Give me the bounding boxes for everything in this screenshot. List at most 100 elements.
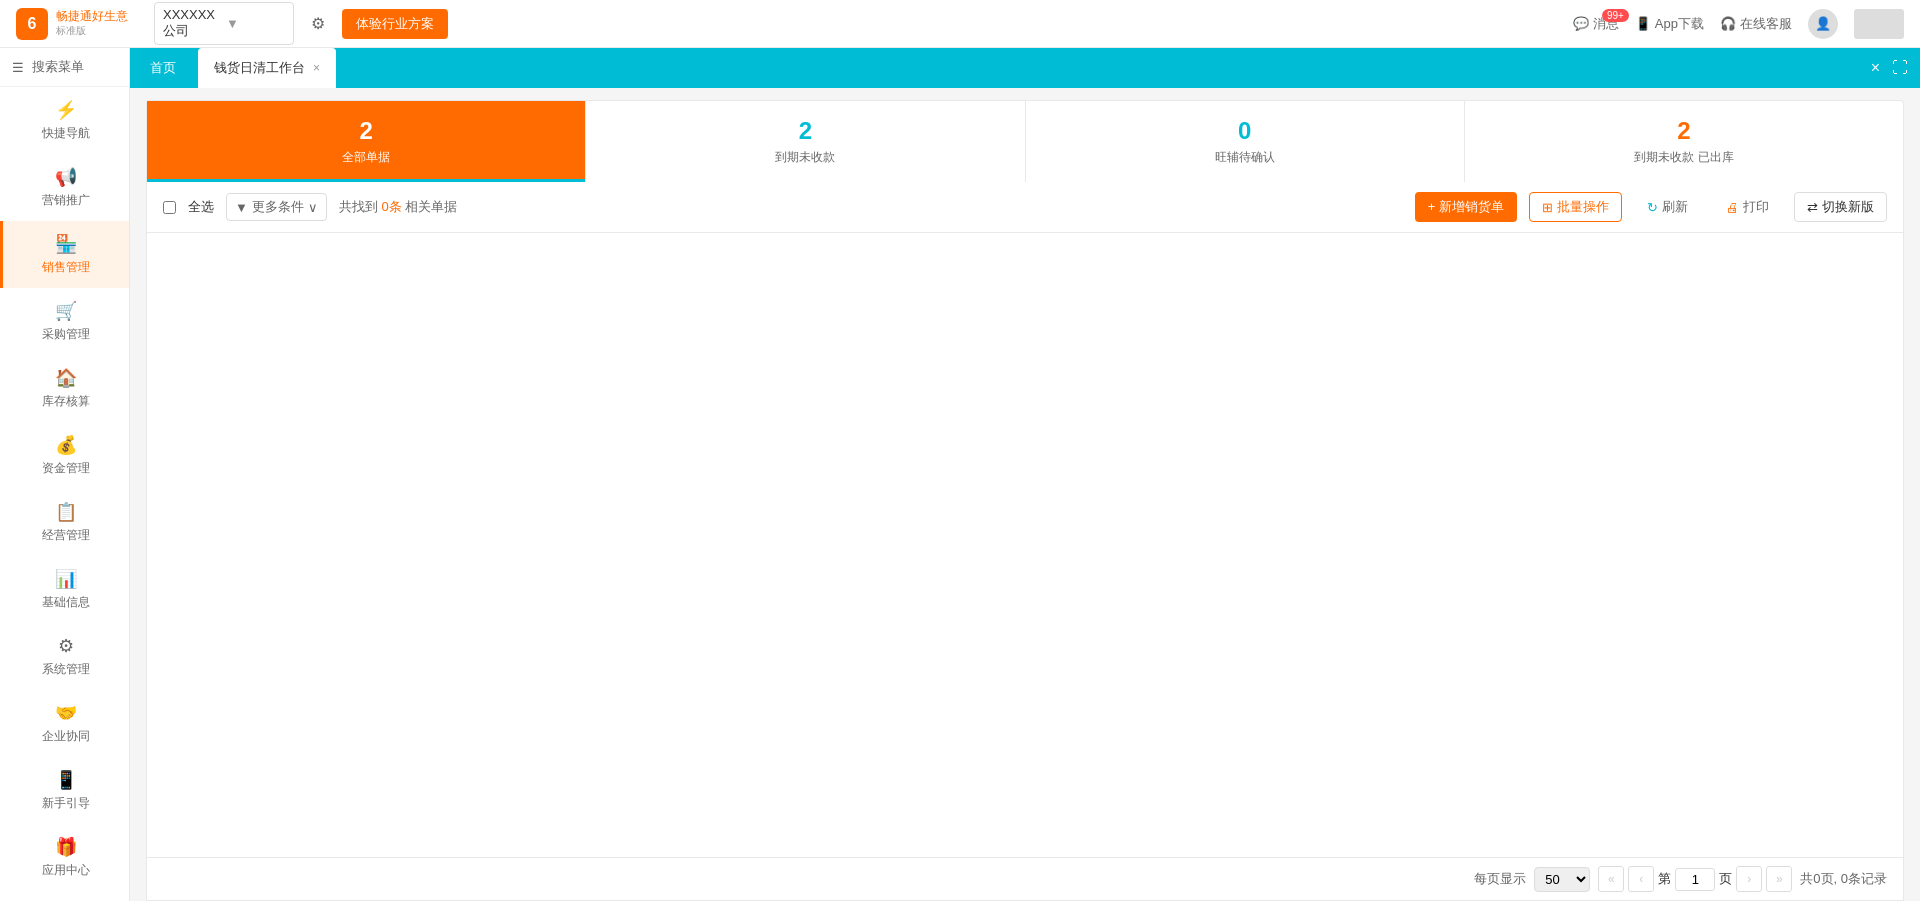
app-download-button[interactable]: 📱 App下载 xyxy=(1635,15,1704,33)
switch-version-button[interactable]: ⇄ 切换新版 xyxy=(1794,192,1887,222)
online-service-button[interactable]: 🎧 在线客服 xyxy=(1720,15,1792,33)
total-info: 共0页, 0条记录 xyxy=(1800,870,1887,888)
search-icon: ☰ xyxy=(12,60,24,75)
sidebar-item-label: 经营管理 xyxy=(42,527,90,544)
tab-expand-icon[interactable]: ⛶ xyxy=(1888,55,1912,81)
main-layout: ☰ 搜索菜单 ⚡ 快捷导航 📢 营销推广 🏪 销售管理 🛒 采购管理 🏠 库存核… xyxy=(0,48,1920,901)
prev-page-button[interactable]: ‹ xyxy=(1628,866,1654,892)
message-icon: 💬 xyxy=(1573,16,1589,31)
page-word: 第 xyxy=(1658,870,1671,888)
stat-card-1[interactable]: 2 到期未收款 xyxy=(586,101,1025,182)
tab-home[interactable]: 首页 xyxy=(130,48,196,88)
sidebar-item-app-center[interactable]: 🎁 应用中心 xyxy=(0,824,129,891)
sidebar-item-basic-info[interactable]: 📊 基础信息 xyxy=(0,556,129,623)
refresh-button[interactable]: ↻ 刷新 xyxy=(1634,192,1701,222)
table-area xyxy=(146,233,1904,858)
sidebar-item-label: 系统管理 xyxy=(42,661,90,678)
stat-card-3[interactable]: 2 到期未收款 已出库 xyxy=(1465,101,1903,182)
chevron-down-icon: ▼ xyxy=(226,16,285,31)
next-page-button[interactable]: › xyxy=(1736,866,1762,892)
logo-badge: 标准版 xyxy=(56,24,128,38)
filter-button[interactable]: ▼ 更多条件 ∨ xyxy=(226,193,327,221)
app-center-icon: 🎁 xyxy=(55,836,77,858)
company-name: XXXXXX公司 xyxy=(163,7,222,40)
cooperation-icon: 🤝 xyxy=(55,702,77,724)
company-selector[interactable]: XXXXXX公司 ▼ xyxy=(154,2,294,45)
finance-icon: 💰 xyxy=(55,434,77,456)
experience-button[interactable]: 体验行业方案 xyxy=(342,9,448,39)
sidebar-item-label: 采购管理 xyxy=(42,326,90,343)
sidebar-item-label: 新手引导 xyxy=(42,795,90,812)
basic-info-icon: 📊 xyxy=(55,568,77,590)
stats-row: 2 全部单据 2 到期未收款 0 旺辅待确认 2 到期未收款 已出库 xyxy=(146,100,1904,182)
add-sales-order-button[interactable]: + 新增销货单 xyxy=(1415,192,1517,222)
search-menu-button[interactable]: ☰ 搜索菜单 xyxy=(0,48,129,87)
stat-number: 2 xyxy=(1485,117,1883,145)
print-button[interactable]: 🖨 打印 xyxy=(1713,192,1782,222)
inventory-icon: 🏠 xyxy=(55,367,77,389)
avatar-icon: 👤 xyxy=(1815,16,1831,31)
sidebar-item-inventory[interactable]: 🏠 库存核算 xyxy=(0,355,129,422)
stat-number: 2 xyxy=(606,117,1004,145)
settings-button[interactable]: ⚙ xyxy=(302,8,334,40)
tab-qianhuoriqing[interactable]: 钱货日清工作台 × xyxy=(198,48,336,88)
content-area: 首页 钱货日清工作台 × × ⛶ 2 全部单据 2 到期未收款 0 旺辅待确认 … xyxy=(130,48,1920,901)
stat-number: 2 xyxy=(167,117,565,145)
select-all-checkbox[interactable] xyxy=(163,201,176,214)
tab-close-icon[interactable]: × xyxy=(313,61,320,75)
page-input[interactable] xyxy=(1675,868,1715,891)
page-size-select[interactable]: 501020100 xyxy=(1534,867,1590,892)
found-text: 共找到 0条 相关单据 xyxy=(339,198,457,216)
sidebar-item-label: 库存核算 xyxy=(42,393,90,410)
message-badge: 99+ xyxy=(1602,9,1629,22)
stat-label: 旺辅待确认 xyxy=(1046,149,1444,166)
download-icon: 📱 xyxy=(1635,16,1651,31)
operation-icon: 📋 xyxy=(55,501,77,523)
sidebar: ☰ 搜索菜单 ⚡ 快捷导航 📢 营销推广 🏪 销售管理 🛒 采购管理 🏠 库存核… xyxy=(0,48,130,901)
sidebar-item-quick-nav[interactable]: ⚡ 快捷导航 xyxy=(0,87,129,154)
tab-bar: 首页 钱货日清工作台 × × ⛶ xyxy=(130,48,1920,88)
sidebar-item-finance[interactable]: 💰 资金管理 xyxy=(0,422,129,489)
stat-number: 0 xyxy=(1046,117,1444,145)
sidebar-item-purchase[interactable]: 🛒 采购管理 xyxy=(0,288,129,355)
filter-icon: ▼ xyxy=(235,200,248,215)
quick-nav-icon: ⚡ xyxy=(55,99,77,121)
first-page-button[interactable]: « xyxy=(1598,866,1624,892)
stat-card-2[interactable]: 0 旺辅待确认 xyxy=(1026,101,1465,182)
messages-button[interactable]: 💬 消息 99+ xyxy=(1573,15,1619,33)
select-all-label: 全选 xyxy=(188,198,214,216)
purchase-icon: 🛒 xyxy=(55,300,77,322)
system-icon: ⚙ xyxy=(58,635,74,657)
marketing-icon: 📢 xyxy=(55,166,77,188)
print-icon: 🖨 xyxy=(1726,200,1739,215)
sidebar-item-sales[interactable]: 🏪 销售管理 xyxy=(0,221,129,288)
page-nav: « ‹ 第 页 › » xyxy=(1598,866,1792,892)
toolbar: 全选 ▼ 更多条件 ∨ 共找到 0条 相关单据 + 新增销货单 ⊞ 批量操作 xyxy=(146,182,1904,233)
sales-icon: 🏪 xyxy=(55,233,77,255)
stat-card-0[interactable]: 2 全部单据 xyxy=(147,101,586,182)
sidebar-item-cooperation[interactable]: 🤝 企业协同 xyxy=(0,690,129,757)
tab-label: 钱货日清工作台 xyxy=(214,59,305,77)
sidebar-item-system[interactable]: ⚙ 系统管理 xyxy=(0,623,129,690)
pagination-bar: 每页显示 501020100 « ‹ 第 页 › » 共0页, 0条记录 xyxy=(146,858,1904,901)
last-page-button[interactable]: » xyxy=(1766,866,1792,892)
switch-icon: ⇄ xyxy=(1807,200,1818,215)
sidebar-item-wechat[interactable]: 💬 企业微信 xyxy=(0,891,129,901)
tab-actions: × ⛶ xyxy=(1867,55,1920,81)
sidebar-item-marketing[interactable]: 📢 营销推广 xyxy=(0,154,129,221)
sidebar-item-operation[interactable]: 📋 经营管理 xyxy=(0,489,129,556)
sidebar-item-label: 资金管理 xyxy=(42,460,90,477)
logo-area: 6 畅捷通好生意 标准版 xyxy=(16,8,146,40)
user-name-area[interactable] xyxy=(1854,9,1904,39)
sidebar-item-label: 营销推广 xyxy=(42,192,90,209)
top-right-actions: 💬 消息 99+ 📱 App下载 🎧 在线客服 👤 xyxy=(1573,9,1904,39)
batch-operation-button[interactable]: ⊞ 批量操作 xyxy=(1529,192,1622,222)
guide-icon: 📱 xyxy=(55,769,77,791)
sidebar-item-label: 应用中心 xyxy=(42,862,90,879)
sidebar-item-guide[interactable]: 📱 新手引导 xyxy=(0,757,129,824)
stat-label: 到期未收款 xyxy=(606,149,1004,166)
tab-close-window-icon[interactable]: × xyxy=(1867,55,1884,81)
page-content: 2 全部单据 2 到期未收款 0 旺辅待确认 2 到期未收款 已出库 全选 ▼ … xyxy=(130,88,1920,901)
avatar[interactable]: 👤 xyxy=(1808,9,1838,39)
sidebar-item-label: 企业协同 xyxy=(42,728,90,745)
